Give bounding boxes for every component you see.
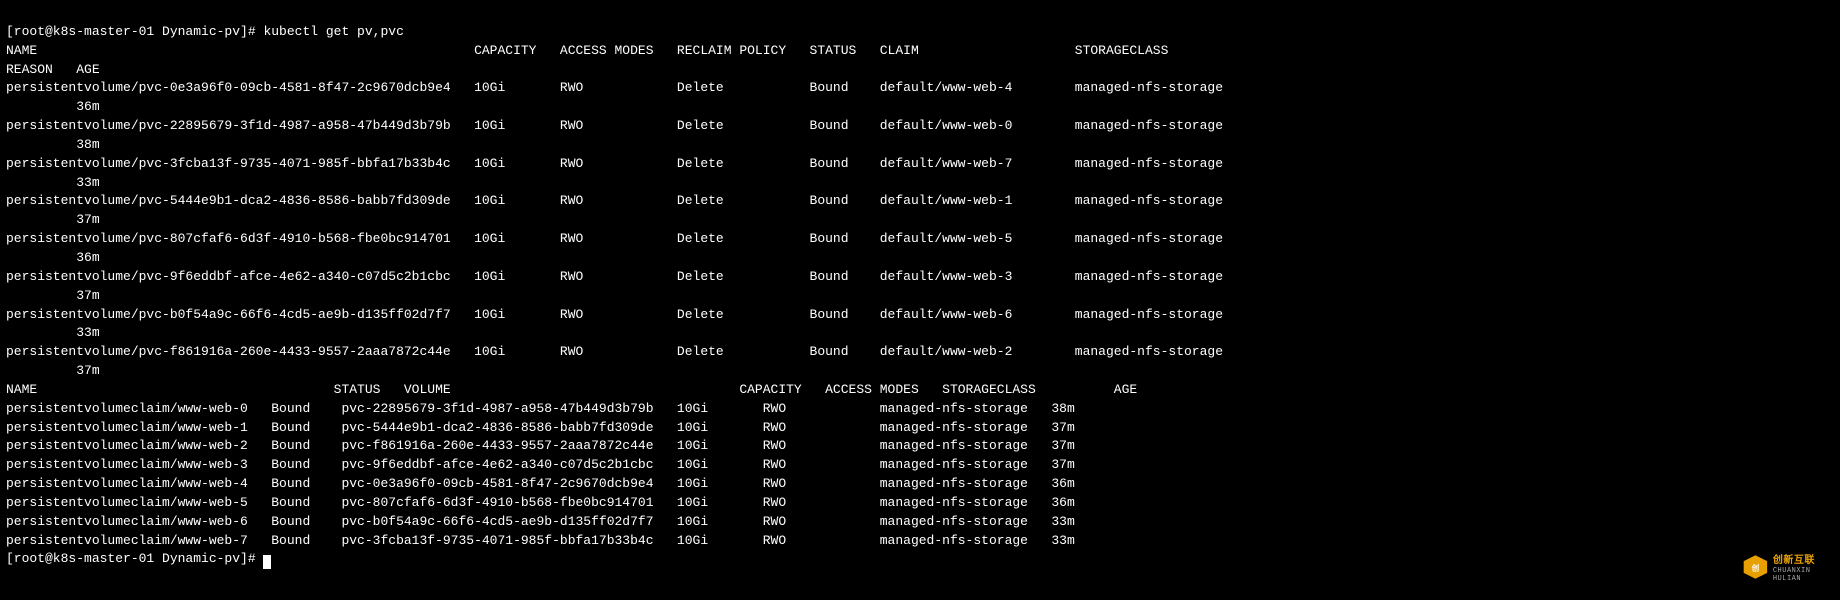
terminal-line: persistentvolume/pvc-0e3a96f0-09cb-4581-… bbox=[6, 79, 1834, 98]
terminal-line: persistentvolume/pvc-5444e9b1-dca2-4836-… bbox=[6, 192, 1834, 211]
terminal-line: persistentvolumeclaim/www-web-1 Bound pv… bbox=[6, 419, 1834, 438]
brand-icon: 创 bbox=[1742, 551, 1769, 583]
terminal-line: persistentvolume/pvc-807cfaf6-6d3f-4910-… bbox=[6, 230, 1834, 249]
terminal-line: 36m bbox=[6, 98, 1834, 117]
terminal-cursor bbox=[263, 555, 271, 569]
brand-english: CHUANXIN HULIAN bbox=[1773, 567, 1832, 583]
terminal-line: NAME STATUS VOLUME CAPACITY ACCESS MODES… bbox=[6, 381, 1834, 400]
terminal-line: NAME CAPACITY ACCESS MODES RECLAIM POLIC… bbox=[6, 42, 1834, 61]
terminal-line: persistentvolume/pvc-22895679-3f1d-4987-… bbox=[6, 117, 1834, 136]
terminal-line: persistentvolumeclaim/www-web-7 Bound pv… bbox=[6, 532, 1834, 551]
brand-logo: 创 创新互联 CHUANXIN HULIAN bbox=[1742, 542, 1832, 592]
brand-chinese: 创新互联 bbox=[1773, 551, 1832, 567]
terminal-line: REASON AGE bbox=[6, 61, 1834, 80]
terminal-line: persistentvolumeclaim/www-web-3 Bound pv… bbox=[6, 456, 1834, 475]
terminal-line: [root@k8s-master-01 Dynamic-pv]# kubectl… bbox=[6, 23, 1834, 42]
terminal-line: 38m bbox=[6, 136, 1834, 155]
terminal-line: persistentvolume/pvc-3fcba13f-9735-4071-… bbox=[6, 155, 1834, 174]
terminal-line: 37m bbox=[6, 211, 1834, 230]
svg-text:创: 创 bbox=[1751, 562, 1760, 572]
terminal-line: 33m bbox=[6, 324, 1834, 343]
terminal-output: [root@k8s-master-01 Dynamic-pv]# kubectl… bbox=[0, 0, 1840, 573]
terminal-line: persistentvolumeclaim/www-web-2 Bound pv… bbox=[6, 437, 1834, 456]
terminal-line: persistentvolumeclaim/www-web-6 Bound pv… bbox=[6, 513, 1834, 532]
terminal-line: 37m bbox=[6, 287, 1834, 306]
terminal-line: 36m bbox=[6, 249, 1834, 268]
terminal-line: 37m bbox=[6, 362, 1834, 381]
terminal-line: [root@k8s-master-01 Dynamic-pv]# bbox=[6, 550, 1834, 569]
terminal-line: persistentvolume/pvc-f861916a-260e-4433-… bbox=[6, 343, 1834, 362]
terminal-line: persistentvolumeclaim/www-web-5 Bound pv… bbox=[6, 494, 1834, 513]
terminal-line: persistentvolume/pvc-b0f54a9c-66f6-4cd5-… bbox=[6, 306, 1834, 325]
terminal-line: persistentvolumeclaim/www-web-0 Bound pv… bbox=[6, 400, 1834, 419]
terminal-line: persistentvolumeclaim/www-web-4 Bound pv… bbox=[6, 475, 1834, 494]
terminal-line: persistentvolume/pvc-9f6eddbf-afce-4e62-… bbox=[6, 268, 1834, 287]
terminal-line: 33m bbox=[6, 174, 1834, 193]
